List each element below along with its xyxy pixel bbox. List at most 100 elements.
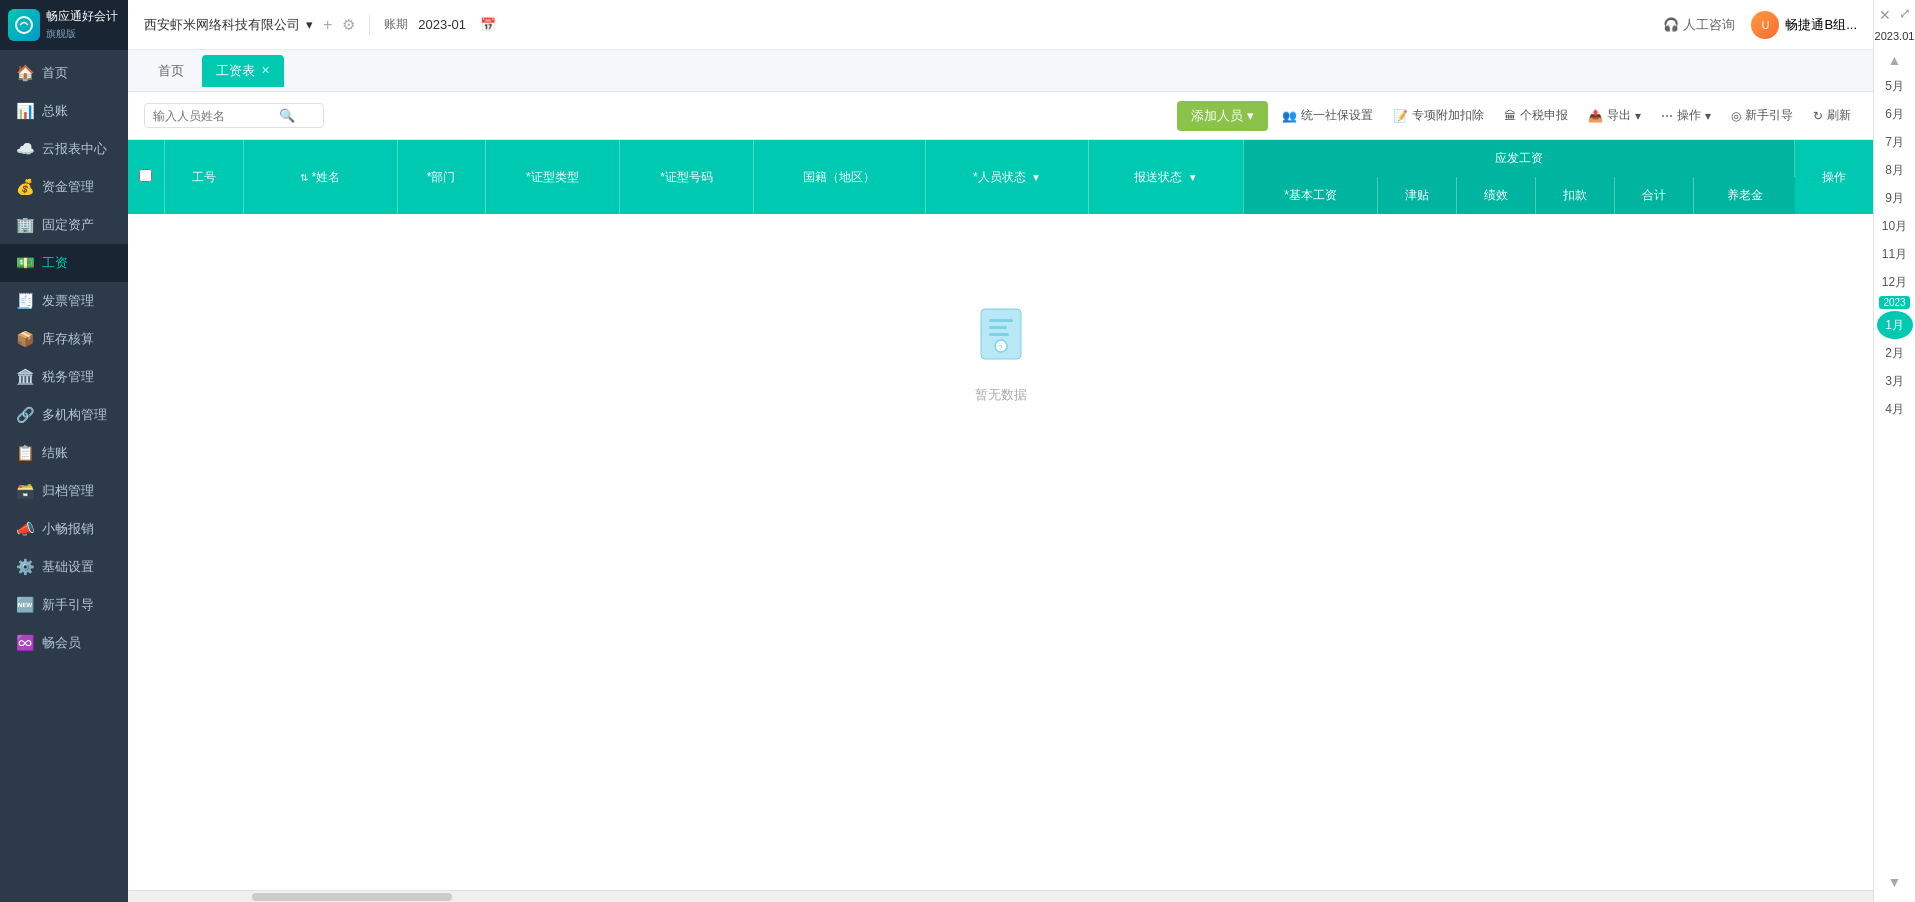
month-5[interactable]: 5月 — [1877, 72, 1913, 100]
ops-icon: ⋯ — [1661, 109, 1673, 123]
filter-icon-report[interactable]: ▼ — [1188, 172, 1198, 183]
month-4[interactable]: 4月 — [1877, 395, 1913, 423]
th-payroll-group: 应发工资 — [1243, 140, 1794, 177]
th-operations: 操作 — [1795, 140, 1873, 214]
month-8[interactable]: 8月 — [1877, 156, 1913, 184]
right-panel: ✕ ⤢ 2023.01 ▲ 5月 6月 7月 8月 9月 10月 11月 12月… — [1873, 0, 1915, 902]
month-12[interactable]: 12月 — [1877, 268, 1913, 296]
th-name: ⇅ *姓名 — [243, 140, 397, 214]
month-2[interactable]: 2月 — [1877, 339, 1913, 367]
avatar: U — [1751, 11, 1779, 39]
nav-multi-org[interactable]: 🔗 多机构管理 — [0, 396, 128, 434]
nav-home[interactable]: 🏠 首页 — [0, 54, 128, 92]
building-icon: 🏢 — [16, 216, 34, 234]
nav-invoice[interactable]: 🧾 发票管理 — [0, 282, 128, 320]
user-area[interactable]: U 畅捷通B组... — [1751, 11, 1857, 39]
tab-home-label: 首页 — [158, 62, 184, 80]
nav-archive[interactable]: 🗃️ 归档管理 — [0, 472, 128, 510]
nav-member-label: 畅会员 — [42, 634, 81, 652]
logo-text-area: 畅应通好会计 旗舰版 — [46, 9, 118, 41]
add-person-button[interactable]: 添加人员 ▾ — [1177, 101, 1268, 131]
refresh-label: 刷新 — [1827, 107, 1851, 124]
nav-tax[interactable]: 🏛️ 税务管理 — [0, 358, 128, 396]
scroll-down-icon[interactable]: ▼ — [1884, 870, 1906, 894]
cloud-icon: ☁️ — [16, 140, 34, 158]
th-base-salary: *基本工资 — [1243, 177, 1377, 214]
nav-inventory[interactable]: 📦 库存核算 — [0, 320, 128, 358]
export-button[interactable]: 📤 导出 ▾ — [1582, 103, 1647, 128]
salary-table: 工号 ⇅ *姓名 *部门 *证型类型 *证型号码 国籍（地区） *人员状态 — [128, 140, 1873, 444]
calendar-icon[interactable]: 📅 — [480, 17, 496, 32]
nav-settings[interactable]: ⚙️ 基础设置 — [0, 548, 128, 586]
month-1[interactable]: 1月 — [1877, 311, 1913, 339]
month-3[interactable]: 3月 — [1877, 367, 1913, 395]
ops-label: 操作 — [1677, 107, 1701, 124]
search-icon: 🔍 — [279, 108, 295, 123]
company-name: 西安虾米网络科技有限公司 — [144, 16, 300, 34]
closing-icon: 📋 — [16, 444, 34, 462]
nav-closing-label: 结账 — [42, 444, 68, 462]
search-input[interactable] — [153, 109, 273, 123]
nav-cloud-report[interactable]: ☁️ 云报表中心 — [0, 130, 128, 168]
nav-expense[interactable]: 📣 小畅报销 — [0, 510, 128, 548]
sidebar: 畅应通好会计 旗舰版 🏠 首页 📊 总账 ☁️ 云报表中心 💰 资金管理 🏢 固… — [0, 0, 128, 902]
nav-ledger[interactable]: 📊 总账 — [0, 92, 128, 130]
divider — [369, 15, 370, 35]
th-job-number: 工号 — [164, 140, 243, 214]
guide-icon: 🆕 — [16, 596, 34, 614]
tab-close-icon[interactable]: ✕ — [261, 64, 270, 77]
deduction-label: 专项附加扣除 — [1412, 107, 1484, 124]
service-button[interactable]: 🎧 人工咨询 — [1663, 16, 1735, 34]
nav-closing[interactable]: 📋 结账 — [0, 434, 128, 472]
nav-finance-label: 资金管理 — [42, 178, 94, 196]
guide-button[interactable]: ◎ 新手引导 — [1725, 103, 1799, 128]
period-label: 账期 — [384, 16, 408, 33]
special-deduction-button[interactable]: 📝 专项附加扣除 — [1387, 103, 1490, 128]
period-value: 2023-01 — [418, 17, 466, 32]
export-label: 导出 — [1607, 107, 1631, 124]
checkbox-th[interactable] — [128, 140, 164, 214]
panel-expand-icon[interactable]: ⤢ — [1899, 5, 1911, 21]
nav-guide[interactable]: 🆕 新手引导 — [0, 586, 128, 624]
sort-icon: ⇅ — [300, 172, 308, 183]
scrollbar-thumb[interactable] — [252, 893, 452, 901]
app-title: 畅应通好会计 — [46, 9, 118, 25]
refresh-button[interactable]: ↻ 刷新 — [1807, 103, 1857, 128]
scroll-up-icon[interactable]: ▲ — [1884, 48, 1906, 72]
nav-finance[interactable]: 💰 资金管理 — [0, 168, 128, 206]
nav-archive-label: 归档管理 — [42, 482, 94, 500]
svg-rect-3 — [989, 326, 1007, 329]
scrollbar-track[interactable] — [128, 890, 1873, 902]
topbar-settings-icon[interactable]: ⚙ — [342, 16, 355, 34]
tab-salary[interactable]: 工资表 ✕ — [202, 55, 284, 87]
nav-inventory-label: 库存核算 — [42, 330, 94, 348]
social-insurance-button[interactable]: 👥 统一社保设置 — [1276, 103, 1379, 128]
select-all-checkbox[interactable] — [139, 169, 152, 182]
empty-state: ? 暂无数据 — [128, 214, 1873, 444]
tab-salary-label: 工资表 — [216, 62, 255, 80]
month-11[interactable]: 11月 — [1877, 240, 1913, 268]
panel-close-icon[interactable]: ✕ — [1879, 7, 1891, 23]
th-allowance: 津贴 — [1378, 177, 1457, 214]
nav-salary[interactable]: 💵 工资 — [0, 244, 128, 282]
table-wrap[interactable]: 工号 ⇅ *姓名 *部门 *证型类型 *证型号码 国籍（地区） *人员状态 — [128, 140, 1873, 890]
search-wrap[interactable]: 🔍 — [144, 103, 324, 128]
operations-button[interactable]: ⋯ 操作 ▾ — [1655, 103, 1717, 128]
company-selector[interactable]: 西安虾米网络科技有限公司 ▾ — [144, 16, 313, 34]
month-9[interactable]: 9月 — [1877, 184, 1913, 212]
nav-home-label: 首页 — [42, 64, 68, 82]
nav-member[interactable]: ♾️ 畅会员 — [0, 624, 128, 662]
ledger-icon: 📊 — [16, 102, 34, 120]
tax-icon: 🏛️ — [16, 368, 34, 386]
topbar-add-icon[interactable]: + — [323, 16, 332, 34]
month-10[interactable]: 10月 — [1877, 212, 1913, 240]
tax-declare-button[interactable]: 🏛 个税申报 — [1498, 103, 1574, 128]
nav-fixed-assets[interactable]: 🏢 固定资产 — [0, 206, 128, 244]
month-7[interactable]: 7月 — [1877, 128, 1913, 156]
member-icon: ♾️ — [16, 634, 34, 652]
th-nationality: 国籍（地区） — [754, 140, 926, 214]
filter-icon-status[interactable]: ▼ — [1031, 172, 1041, 183]
tab-home[interactable]: 首页 — [144, 55, 198, 87]
month-6[interactable]: 6月 — [1877, 100, 1913, 128]
social-label: 统一社保设置 — [1301, 107, 1373, 124]
